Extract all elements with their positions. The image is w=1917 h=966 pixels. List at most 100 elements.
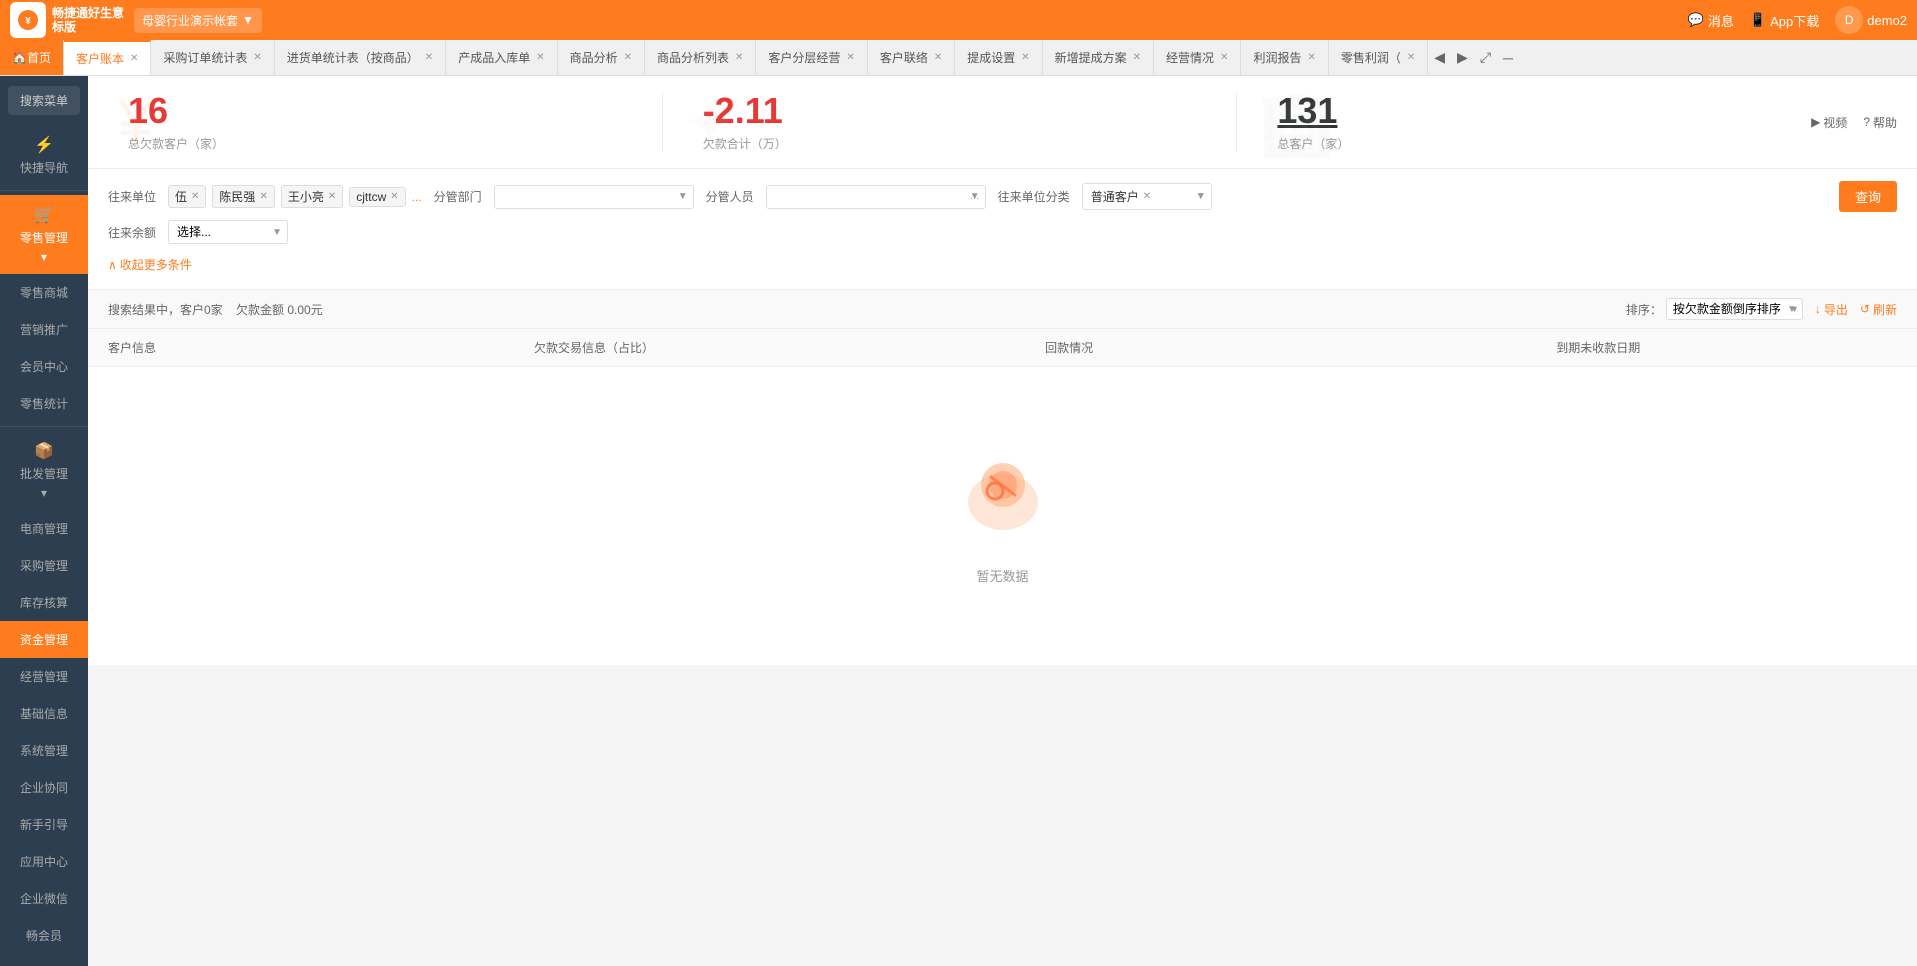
export-btn[interactable]: ↓ 导出 [1815, 301, 1848, 318]
col-header-date: 到期未收款日期 [1556, 339, 1897, 356]
tab-close-customer-layer[interactable]: ✕ [846, 52, 854, 63]
filter-balance-select[interactable]: 选择... [168, 220, 288, 244]
stat-item-customers: 16 总欠款客户（家） [128, 93, 224, 152]
tab-nav-next[interactable]: ▶ [1451, 49, 1474, 66]
tag-close-wang[interactable]: ✕ [328, 191, 336, 202]
filter-dept-wrapper [494, 185, 694, 209]
more-tags-btn[interactable]: ... [412, 190, 422, 204]
tab-purchase-stats[interactable]: 进货单统计表（按商品） ✕ [275, 40, 446, 76]
sort-label: 排序： [1626, 301, 1662, 318]
tab-accounts[interactable]: 客户账本 ✕ [64, 40, 151, 76]
sidebar-divider-2 [0, 426, 88, 427]
sidebar-item-operations[interactable]: 经营管理 [0, 658, 88, 695]
tab-promote-settings[interactable]: 提成设置 ✕ [955, 40, 1042, 76]
avatar: D [1835, 6, 1863, 34]
sidebar-item-vip-member[interactable]: 畅会员 [0, 917, 88, 954]
app-download-btn[interactable]: 📱 App下载 [1750, 11, 1819, 30]
filter-dept-label: 分管部门 [434, 188, 482, 205]
table-container: 客户信息 欠款交易信息（占比） 回款情况 到期未收款日期 [88, 329, 1917, 665]
store-selector[interactable]: 母婴行业演示帐套 ▼ [134, 8, 262, 33]
search-btn[interactable]: 查询 [1839, 181, 1897, 212]
tab-close-purchase-stats[interactable]: ✕ [425, 52, 433, 63]
tag-close-cjttcw[interactable]: ✕ [390, 191, 398, 202]
tab-close-goods-analysis[interactable]: ✕ [624, 52, 632, 63]
tab-prod-in[interactable]: 产成品入库单 ✕ [446, 40, 557, 76]
chevron-up-icon: ∧ [108, 258, 117, 272]
tab-goods-analysis[interactable]: 商品分析 ✕ [558, 40, 645, 76]
tab-close-prod-in[interactable]: ✕ [536, 52, 544, 63]
retail-icon: 🛒 [34, 205, 54, 225]
tab-close-profit-report[interactable]: ✕ [1307, 52, 1315, 63]
filter-person-input[interactable] [766, 185, 986, 209]
filter-balance-wrapper: 选择... [168, 220, 288, 244]
sort-select[interactable]: 按欠款金额倒序排序 [1666, 298, 1803, 320]
tab-nav-prev[interactable]: ◀ [1428, 49, 1451, 66]
empty-state: 暂无数据 [88, 367, 1917, 665]
filter-dept-input[interactable] [494, 185, 694, 209]
message-btn[interactable]: 💬 消息 [1688, 11, 1734, 30]
filter-tag-cjttcw: cjttcw ✕ [349, 187, 405, 207]
tab-customer-layer[interactable]: 客户分层经营 ✕ [756, 40, 867, 76]
page-content: ¥ 16 总欠款客户（家） ✦ -2.11 欠款合计（万） [88, 76, 1917, 665]
sidebar-item-retail-mall[interactable]: 零售商城 [0, 274, 88, 311]
tab-expand[interactable]: ⤢ [1474, 49, 1497, 66]
tab-close-customer-contact[interactable]: ✕ [934, 52, 942, 63]
sidebar-item-marketing[interactable]: 营销推广 [0, 311, 88, 348]
tag-close-wu[interactable]: ✕ [191, 191, 199, 202]
stat-block-customers: ¥ 16 总欠款客户（家） [108, 93, 662, 152]
video-btn[interactable]: ▶ 视频 [1811, 114, 1847, 131]
results-info: 搜索结果中，客户0家 欠款金额 0.00元 [108, 301, 323, 318]
sidebar-item-finance[interactable]: 资金管理 [0, 621, 88, 658]
tab-close-promote-settings[interactable]: ✕ [1021, 52, 1029, 63]
collapse-filter-btn[interactable]: ∧ 收起更多条件 [108, 256, 1897, 273]
filter-unit-class-input[interactable]: 普通客户 ✕ [1082, 183, 1212, 210]
sidebar-item-new-guide[interactable]: 新手引导 [0, 806, 88, 843]
sidebar-item-retail-stats[interactable]: 零售统计 [0, 385, 88, 422]
col-header-debt: 欠款交易信息（占比） [534, 339, 1045, 356]
logo-text: 畅捷通好生意 标版 [52, 6, 124, 35]
sidebar-item-quick-nav[interactable]: ⚡ 快捷导航 [0, 125, 88, 186]
sidebar-item-enterprise-wechat[interactable]: 企业微信 [0, 880, 88, 917]
tab-goods-analysis-list[interactable]: 商品分析列表 ✕ [645, 40, 756, 76]
sidebar-divider-1 [0, 190, 88, 191]
tab-business[interactable]: 经营情况 ✕ [1154, 40, 1241, 76]
tab-retail-profit[interactable]: 零售利润（ ✕ [1329, 40, 1428, 76]
unit-class-tag-close[interactable]: ✕ [1143, 191, 1151, 202]
stat-number-customers: 16 [128, 93, 224, 129]
sidebar: 搜索菜单 ⚡ 快捷导航 🛒 零售管理 ▾ 零售商城 营销推广 会员中心 零售统计… [0, 76, 88, 966]
sidebar-item-system[interactable]: 系统管理 [0, 732, 88, 769]
tab-customer-contact[interactable]: 客户联络 ✕ [868, 40, 955, 76]
sidebar-item-retail[interactable]: 🛒 零售管理 ▾ [0, 195, 88, 274]
sidebar-item-purchase[interactable]: 采购管理 [0, 547, 88, 584]
results-sort: 排序： 按欠款金额倒序排序 ▼ [1626, 298, 1803, 320]
tag-close-chen[interactable]: ✕ [259, 191, 267, 202]
help-btn[interactable]: ? 帮助 [1863, 114, 1897, 131]
refresh-btn[interactable]: ↺ 刷新 [1860, 301, 1897, 318]
col-header-repayment: 回款情况 [1045, 339, 1556, 356]
results-actions: 排序： 按欠款金额倒序排序 ▼ ↓ 导出 ↺ [1626, 298, 1897, 320]
tab-home[interactable]: 🏠 首页 [0, 40, 64, 76]
sidebar-item-app-center[interactable]: 应用中心 [0, 843, 88, 880]
tab-profit-report[interactable]: 利润报告 ✕ [1241, 40, 1328, 76]
tab-minimize[interactable]: ─ [1497, 50, 1519, 66]
sidebar-search-btn[interactable]: 搜索菜单 [8, 86, 80, 115]
tab-close-purchase-orders[interactable]: ✕ [253, 52, 261, 63]
sidebar-item-inventory[interactable]: 库存核算 [0, 584, 88, 621]
tab-close-new-promote[interactable]: ✕ [1133, 52, 1141, 63]
sidebar-search-area: 搜索菜单 [0, 76, 88, 125]
sidebar-item-wholesale[interactable]: 📦 批发管理 ▾ [0, 431, 88, 510]
chevron-icon-2: ▾ [41, 486, 47, 500]
tab-close-business[interactable]: ✕ [1220, 52, 1228, 63]
tab-new-promote[interactable]: 新增提成方案 ✕ [1043, 40, 1154, 76]
sidebar-item-member[interactable]: 会员中心 [0, 348, 88, 385]
tab-close-goods-analysis-list[interactable]: ✕ [735, 52, 743, 63]
filter-tag-chen: 陈民强 ✕ [212, 185, 274, 208]
sidebar-item-ecommerce[interactable]: 电商管理 [0, 510, 88, 547]
sidebar-item-enterprise-coop[interactable]: 企业协同 [0, 769, 88, 806]
user-profile[interactable]: D demo2 [1835, 6, 1907, 34]
tab-close-accounts[interactable]: ✕ [130, 53, 138, 64]
tab-purchase-orders[interactable]: 采购订单统计表 ✕ [151, 40, 274, 76]
sidebar-item-basic-info[interactable]: 基础信息 [0, 695, 88, 732]
content-area: ¥ 16 总欠款客户（家） ✦ -2.11 欠款合计（万） [88, 76, 1917, 966]
tab-close-retail-profit[interactable]: ✕ [1407, 52, 1415, 63]
